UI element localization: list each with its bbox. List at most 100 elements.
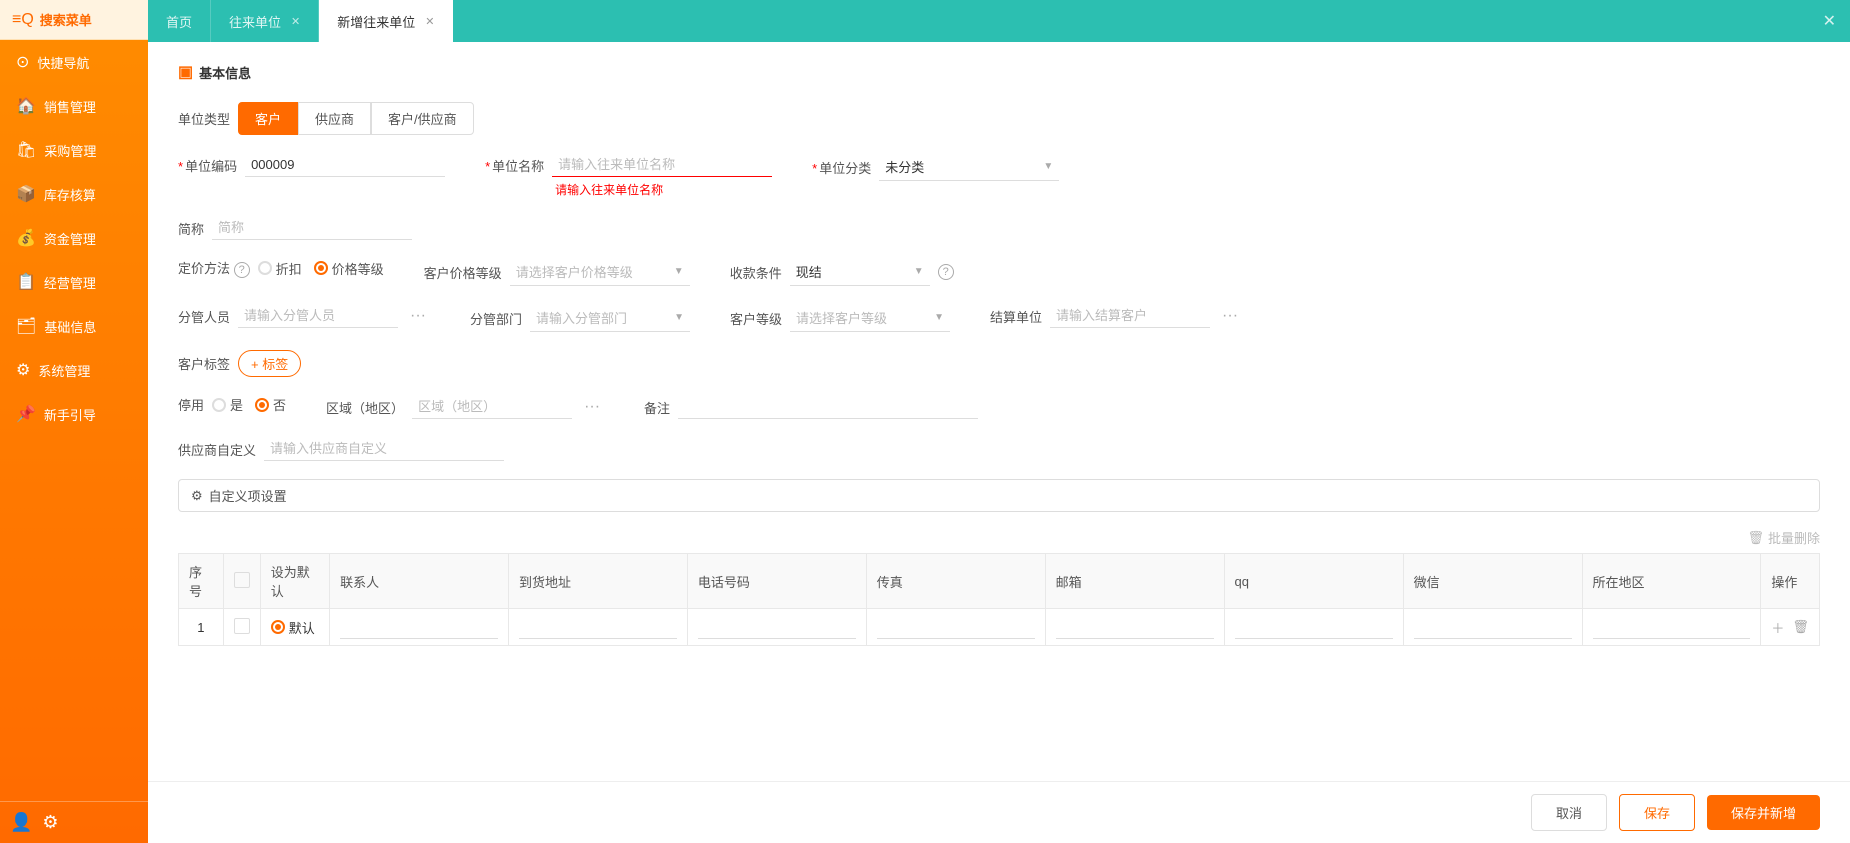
customer-level-select[interactable]: 请选择客户等级 ▼ bbox=[790, 304, 950, 332]
operation-icon: 📋 bbox=[16, 272, 36, 292]
batch-delete-button[interactable]: 🗑 批量删除 bbox=[178, 528, 1820, 547]
sidebar-item-operation[interactable]: 📋 经营管理 bbox=[0, 260, 148, 304]
customer-level-group: 客户等级 请选择客户等级 ▼ bbox=[730, 304, 950, 332]
unit-category-group: *单位分类 未分类 ▼ bbox=[812, 153, 1059, 181]
sidebar-item-finance[interactable]: 💰 资金管理 bbox=[0, 216, 148, 260]
dept-label: 分管部门 bbox=[470, 309, 522, 328]
custom-settings-button[interactable]: ⚙ 自定义项设置 bbox=[178, 479, 1820, 512]
save-button[interactable]: 保存 bbox=[1619, 794, 1695, 831]
manager-input[interactable] bbox=[238, 304, 398, 328]
btn-both[interactable]: 客户/供应商 bbox=[371, 102, 474, 135]
header-checkbox[interactable] bbox=[234, 572, 250, 588]
row-check bbox=[223, 609, 260, 646]
row-phone bbox=[687, 609, 866, 646]
row-action: ＋ 🗑 bbox=[1761, 609, 1820, 646]
tab-partners[interactable]: 往来单位 ✕ bbox=[211, 0, 319, 42]
sidebar-item-base-label: 基础信息 bbox=[44, 317, 96, 336]
customer-price-level-label: 客户价格等级 bbox=[424, 263, 502, 282]
pricing-help-icon[interactable]: ? bbox=[234, 262, 250, 278]
row-checkbox[interactable] bbox=[234, 618, 250, 634]
pricing-radio-group: 折扣 价格等级 bbox=[258, 259, 384, 278]
sidebar-item-purchase[interactable]: 🛍 采购管理 bbox=[0, 128, 148, 172]
col-email: 邮箱 bbox=[1045, 554, 1224, 609]
disabled-no-radio[interactable]: 否 bbox=[255, 395, 286, 414]
unit-name-input[interactable] bbox=[552, 153, 772, 177]
row-qq-input[interactable] bbox=[1235, 615, 1393, 639]
sidebar-item-guide[interactable]: 📌 新手引导 bbox=[0, 392, 148, 436]
customer-level-placeholder: 请选择客户等级 bbox=[796, 308, 887, 327]
sidebar-item-system[interactable]: ⚙ 系统管理 bbox=[0, 348, 148, 392]
row-fax-input[interactable] bbox=[877, 615, 1035, 639]
dept-select[interactable]: 请输入分管部门 ▼ bbox=[530, 304, 690, 332]
disabled-yes-radio[interactable]: 是 bbox=[212, 395, 243, 414]
unit-category-label: *单位分类 bbox=[812, 158, 871, 177]
col-contact: 联系人 bbox=[330, 554, 509, 609]
row-wechat-input[interactable] bbox=[1414, 615, 1572, 639]
btn-supplier[interactable]: 供应商 bbox=[298, 102, 371, 135]
row-qq bbox=[1224, 609, 1403, 646]
unit-name-label: *单位名称 bbox=[485, 156, 544, 175]
save-new-button[interactable]: 保存并新增 bbox=[1707, 795, 1820, 830]
user-icon[interactable]: 👤 bbox=[10, 812, 32, 833]
unit-code-input[interactable] bbox=[245, 153, 445, 177]
row-address bbox=[509, 609, 688, 646]
sidebar-item-quick-nav[interactable]: ⊙ 快捷导航 bbox=[0, 40, 148, 84]
unit-category-select[interactable]: 未分类 ▼ bbox=[879, 153, 1059, 181]
customer-price-level-select[interactable]: 请选择客户价格等级 ▼ bbox=[510, 258, 690, 286]
unit-type-row: 单位类型 客户 供应商 客户/供应商 bbox=[178, 102, 1820, 135]
row-phone-input[interactable] bbox=[698, 615, 856, 639]
payment-help-icon[interactable]: ? bbox=[938, 264, 954, 280]
pricing-radio-level[interactable]: 价格等级 bbox=[314, 259, 384, 278]
remark-label: 备注 bbox=[644, 398, 670, 417]
row-default-radio[interactable]: 默认 bbox=[271, 618, 319, 637]
section-title-text: 基本信息 bbox=[199, 63, 251, 82]
tags-row: 客户标签 + 标签 bbox=[178, 350, 1820, 377]
pricing-row: 定价方法 ? 折扣 价格等级 客户价格等级 请选择客户价 bbox=[178, 258, 1820, 286]
section-title-icon: ▣ bbox=[178, 62, 193, 82]
section-title: ▣ 基本信息 bbox=[178, 62, 1820, 82]
settlement-dots[interactable]: ··· bbox=[1218, 307, 1242, 325]
row-email-input[interactable] bbox=[1056, 615, 1214, 639]
row-delete-btn[interactable]: 🗑 bbox=[1792, 619, 1809, 635]
custom-settings-icon: ⚙ bbox=[191, 488, 203, 504]
sidebar-item-inventory[interactable]: 📦 库存核算 bbox=[0, 172, 148, 216]
abbr-row: 简称 bbox=[178, 216, 1820, 240]
payment-label: 收款条件 bbox=[730, 263, 782, 282]
guide-icon: 📌 bbox=[16, 404, 36, 424]
region-input[interactable] bbox=[412, 395, 572, 419]
col-qq: qq bbox=[1224, 554, 1403, 609]
search-menu[interactable]: ≡Q 搜索菜单 bbox=[0, 0, 148, 40]
settlement-input[interactable] bbox=[1050, 304, 1210, 328]
unit-type-label: 单位类型 bbox=[178, 109, 230, 128]
remark-input[interactable] bbox=[678, 395, 978, 419]
manager-dots[interactable]: ··· bbox=[406, 307, 430, 325]
tag-add-button[interactable]: + 标签 bbox=[238, 350, 301, 377]
cancel-button[interactable]: 取消 bbox=[1531, 794, 1607, 831]
settings-bottom-icon[interactable]: ⚙ bbox=[42, 812, 58, 833]
customer-price-arrow: ▼ bbox=[674, 266, 684, 277]
col-seq: 序号 bbox=[179, 554, 224, 609]
row-contact-input[interactable] bbox=[340, 615, 498, 639]
abbr-input[interactable] bbox=[212, 216, 412, 240]
tab-bar-global-close[interactable]: ✕ bbox=[1823, 11, 1836, 31]
sidebar-item-sales[interactable]: 🏠 销售管理 bbox=[0, 84, 148, 128]
row-address-input[interactable] bbox=[519, 615, 677, 639]
customer-price-level-group: 客户价格等级 请选择客户价格等级 ▼ bbox=[424, 258, 690, 286]
row-add-btn[interactable]: ＋ bbox=[1771, 618, 1784, 637]
btn-customer[interactable]: 客户 bbox=[238, 102, 298, 135]
row-region-input[interactable] bbox=[1593, 615, 1751, 639]
row-contact bbox=[330, 609, 509, 646]
region-dots[interactable]: ··· bbox=[580, 398, 604, 416]
unit-category-arrow: ▼ bbox=[1043, 161, 1053, 172]
col-address: 到货地址 bbox=[509, 554, 688, 609]
tab-home[interactable]: 首页 bbox=[148, 0, 211, 42]
sidebar-item-base[interactable]: 🗂 基础信息 bbox=[0, 304, 148, 348]
tab-new-partner[interactable]: 新增往来单位 ✕ bbox=[319, 0, 453, 42]
supplier-custom-input[interactable] bbox=[264, 437, 504, 461]
payment-select[interactable]: 现结 ▼ bbox=[790, 258, 930, 286]
tab-new-partner-close[interactable]: ✕ bbox=[425, 15, 434, 28]
abbr-label: 简称 bbox=[178, 219, 204, 238]
tab-partners-close[interactable]: ✕ bbox=[291, 15, 300, 28]
customer-price-level-placeholder: 请选择客户价格等级 bbox=[516, 262, 633, 281]
pricing-radio-discount[interactable]: 折扣 bbox=[258, 259, 302, 278]
